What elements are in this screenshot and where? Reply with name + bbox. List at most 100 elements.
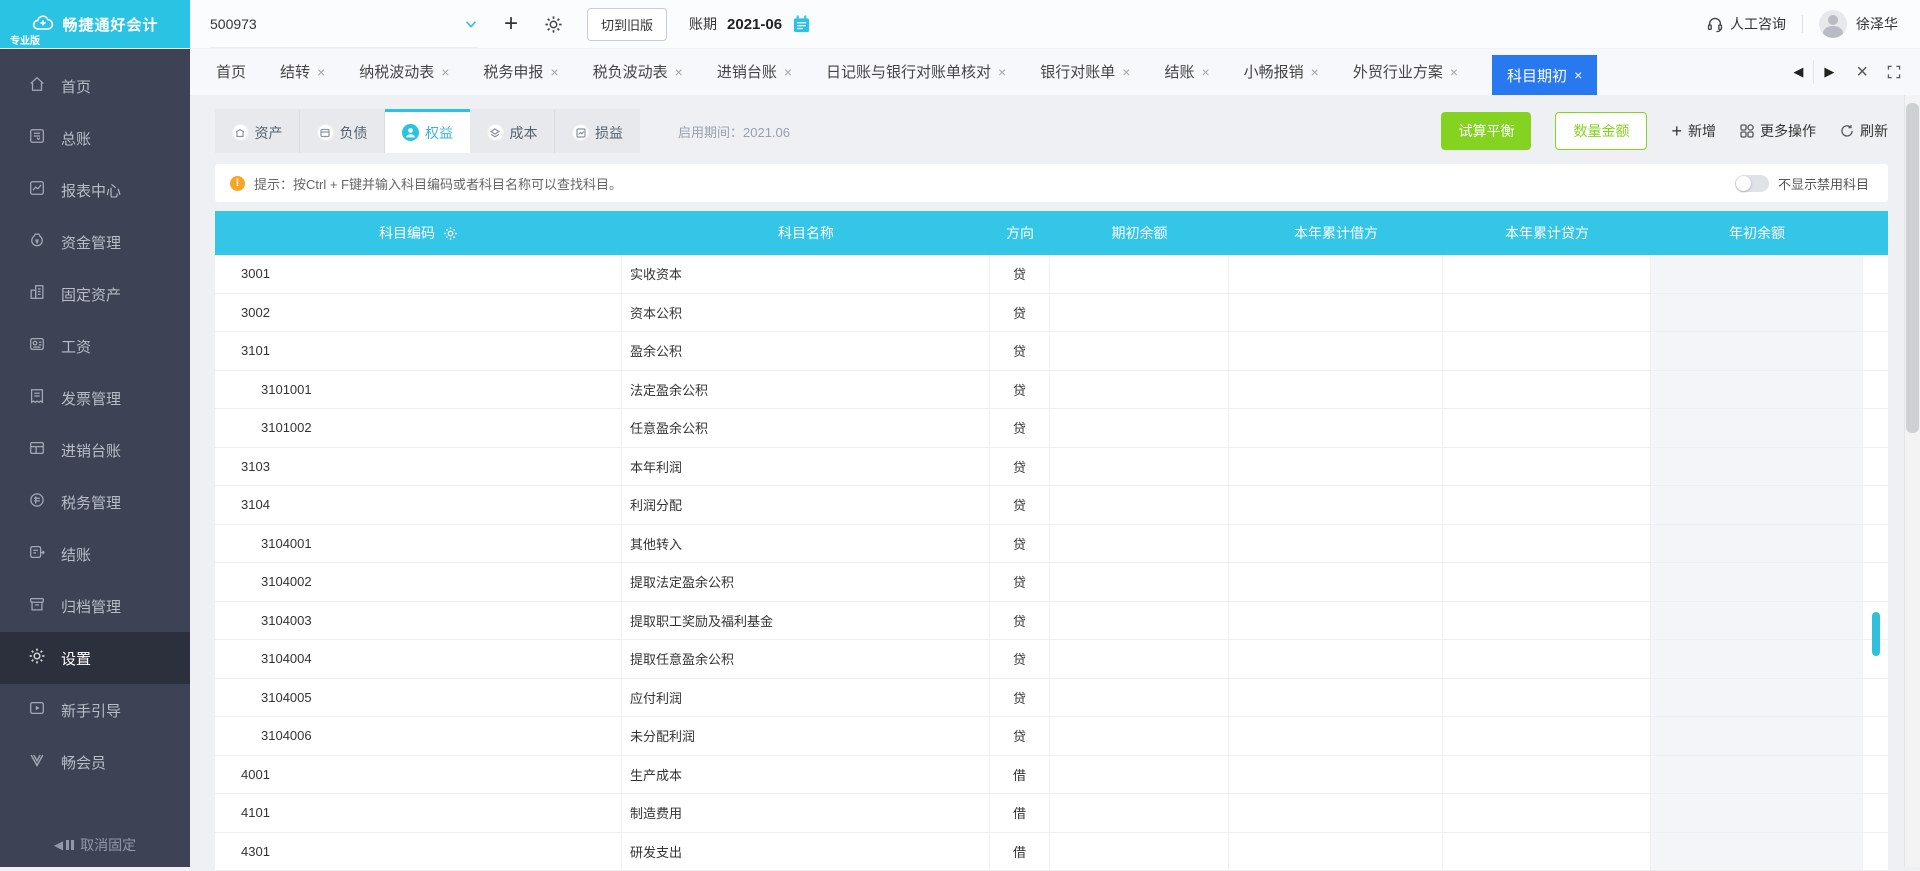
column-header-direction: 方向 [990, 211, 1050, 255]
tab-purchase-sales[interactable]: 进销台账× [717, 48, 792, 95]
table-row[interactable]: 3001实收资本贷 [215, 255, 1888, 294]
subtab-equity[interactable]: 权益 [385, 109, 470, 153]
table-row[interactable]: 3101盈余公积贷 [215, 332, 1888, 371]
account-select[interactable]: 500973 [210, 1, 478, 48]
table-row[interactable]: 3104005应付利润贷 [215, 679, 1888, 718]
subtab-costs[interactable]: 成本 [470, 109, 555, 153]
scroll-tabs-right-button[interactable]: ▶ [1814, 60, 1844, 84]
profit-loss-icon [572, 124, 589, 141]
avatar[interactable] [1819, 10, 1847, 38]
close-icon[interactable]: × [1574, 68, 1582, 82]
sidebar-item-invoice-management[interactable]: 发票管理 [0, 372, 190, 424]
subtab-profit-loss[interactable]: 损益 [555, 109, 640, 153]
refresh-button[interactable]: 刷新 [1840, 121, 1888, 141]
table-row[interactable]: 3101001法定盈余公积贷 [215, 371, 1888, 410]
table-row[interactable]: 3104006未分配利润贷 [215, 717, 1888, 756]
table-row[interactable]: 4301研发支出借 [215, 833, 1888, 871]
calendar-icon[interactable] [792, 15, 811, 34]
subtab-assets[interactable]: 资产 [215, 109, 300, 153]
sidebar-item-beginner-guide[interactable]: 新手引导 [0, 684, 190, 736]
sidebar-item-settings[interactable]: 设置 [0, 632, 190, 684]
close-icon[interactable]: × [1450, 65, 1458, 79]
sidebar-item-tax-management[interactable]: 税务管理 [0, 476, 190, 528]
period-value[interactable]: 2021-06 [727, 16, 782, 33]
period-label: 账期 [689, 14, 717, 34]
more-operations-button[interactable]: 更多操作 [1740, 121, 1816, 141]
tab-account-opening-balance[interactable]: 科目期初× [1492, 55, 1597, 95]
table-row[interactable]: 4101制造费用借 [215, 794, 1888, 833]
table-row[interactable]: 3002资本公积贷 [215, 294, 1888, 333]
main-content: 资产 负债 权益 成本 损益 启用期间：2021.06 [190, 95, 1920, 867]
settings-gear-button[interactable] [544, 15, 563, 34]
tab-foreign-trade[interactable]: 外贸行业方案× [1353, 48, 1458, 95]
table-row[interactable]: 3104004提取任意盈余公积贷 [215, 640, 1888, 679]
scroll-tabs-left-button[interactable]: ◀ [1783, 60, 1814, 84]
tab-home[interactable]: 首页 [216, 48, 246, 95]
add-account-button[interactable]: + [504, 12, 518, 36]
column-header-scroll-strip [1863, 211, 1888, 255]
tab-tax-filing[interactable]: 税务申报× [483, 48, 558, 95]
page-scrollbar-thumb[interactable] [1906, 103, 1919, 433]
invoice-icon [28, 387, 46, 409]
plus-icon: + [1671, 121, 1682, 142]
sidebar-item-payroll[interactable]: 工资 [0, 320, 190, 372]
sidebar-item-fund-management[interactable]: 资金管理 [0, 216, 190, 268]
sidebar-item-membership[interactable]: 畅会员 [0, 736, 190, 788]
sidebar-item-purchase-sales-ledger[interactable]: 进销台账 [0, 424, 190, 476]
tab-journal-bank-check[interactable]: 日记账与银行对账单核对× [826, 48, 1006, 95]
tab-tax-burden[interactable]: 税负波动表× [593, 48, 683, 95]
close-icon[interactable]: × [1201, 65, 1209, 79]
sidebar-item-report-center[interactable]: 报表中心 [0, 164, 190, 216]
tab-closing[interactable]: 结账× [1164, 48, 1209, 95]
table-row[interactable]: 3104002提取法定盈余公积贷 [215, 563, 1888, 602]
page-scrollbar[interactable] [1904, 95, 1920, 867]
close-icon[interactable]: × [1122, 65, 1130, 79]
support-link[interactable]: 人工咨询 [1706, 14, 1786, 34]
tab-carryover[interactable]: 结转× [280, 48, 325, 95]
close-icon[interactable]: × [998, 65, 1006, 79]
top-bar: 畅捷通好会计 专业版 500973 + 切到旧版 账期 2021-06 [0, 0, 1920, 49]
close-icon[interactable]: × [550, 65, 558, 79]
column-header-code[interactable]: 科目编码 [215, 211, 622, 255]
column-header-name: 科目名称 [622, 211, 990, 255]
sidebar-item-general-ledger[interactable]: 总账 [0, 112, 190, 164]
column-settings-gear-icon[interactable] [443, 226, 458, 241]
sidebar-item-fixed-assets[interactable]: 固定资产 [0, 268, 190, 320]
sidebar-item-home[interactable]: 首页 [0, 60, 190, 112]
quantity-amount-button[interactable]: 数量金额 [1555, 112, 1647, 150]
trial-balance-button[interactable]: 试算平衡 [1441, 112, 1531, 150]
column-header-ytd-debit: 本年累计借方 [1229, 211, 1443, 255]
tab-controls: ◀ ▶ × [1783, 48, 1920, 95]
sidebar-item-archive-management[interactable]: 归档管理 [0, 580, 190, 632]
sidebar-item-closing[interactable]: 结账 [0, 528, 190, 580]
table-row[interactable]: 4001生产成本借 [215, 756, 1888, 795]
subtab-liabilities[interactable]: 负债 [300, 109, 385, 153]
sidebar: 首页 总账 报表中心 资金管理 固定资产 工资 发票管理 进销台账 税务管理 结… [0, 48, 190, 867]
close-icon[interactable]: × [675, 65, 683, 79]
hide-disabled-accounts-toggle[interactable] [1735, 175, 1769, 192]
close-icon[interactable]: × [784, 65, 792, 79]
tab-tax-fluctuation[interactable]: 纳税波动表× [359, 48, 449, 95]
table-row[interactable]: 3104利润分配贷 [215, 486, 1888, 525]
table-row[interactable]: 3104001其他转入贷 [215, 525, 1888, 564]
table-scrollbar-thumb[interactable] [1872, 612, 1880, 656]
unpin-sidebar-button[interactable]: ◀ 取消固定 [0, 835, 190, 855]
add-account-row-button[interactable]: + 新增 [1671, 121, 1716, 142]
table-row[interactable]: 3103本年利润贷 [215, 448, 1888, 487]
close-icon[interactable]: × [1311, 65, 1319, 79]
username[interactable]: 徐泽华 [1856, 14, 1898, 34]
switch-old-version-button[interactable]: 切到旧版 [587, 8, 667, 41]
brand-name: 畅捷通好会计 [62, 14, 158, 35]
table-row[interactable]: 3104003提取职工奖励及福利基金贷 [215, 602, 1888, 641]
warning-icon: ! [230, 176, 245, 191]
tab-expense[interactable]: 小畅报销× [1244, 48, 1319, 95]
close-icon[interactable]: × [441, 65, 449, 79]
fullscreen-icon[interactable] [1880, 64, 1908, 80]
close-all-tabs-button[interactable]: × [1844, 62, 1880, 82]
liabilities-icon [317, 124, 334, 141]
table-row[interactable]: 3101002任意盈余公积贷 [215, 409, 1888, 448]
gear-icon [544, 15, 563, 34]
close-icon[interactable]: × [317, 65, 325, 79]
category-tab-row: 资产 负债 权益 成本 损益 启用期间：2021.06 [215, 107, 1888, 155]
tab-bank-statement[interactable]: 银行对账单× [1040, 48, 1130, 95]
